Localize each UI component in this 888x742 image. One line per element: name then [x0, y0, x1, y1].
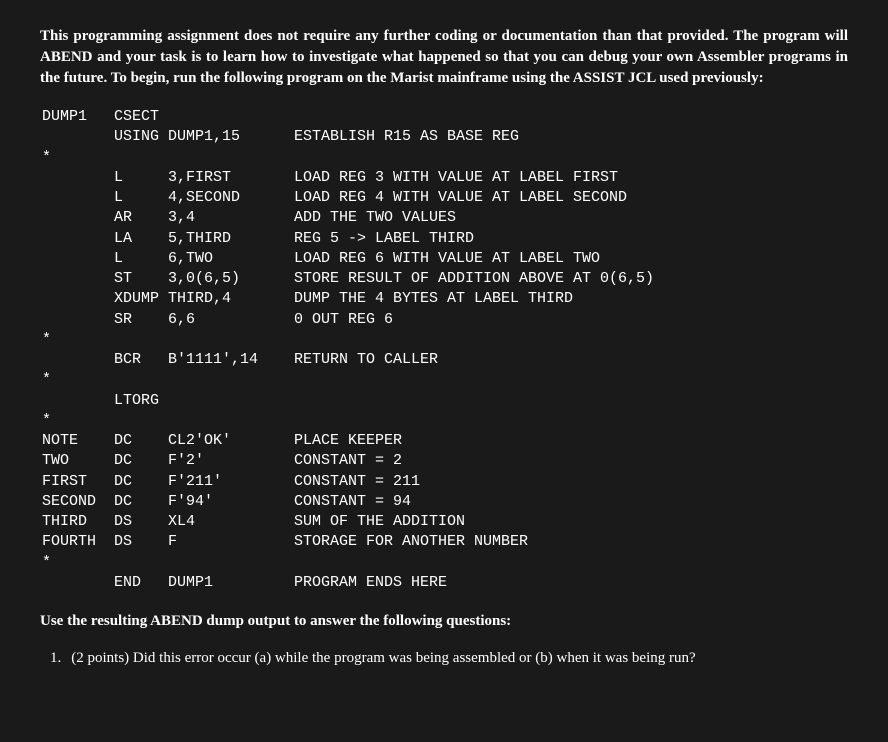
code-opcode: DC — [114, 451, 168, 471]
code-comment: 0 OUT REG 6 — [294, 310, 393, 330]
code-line: FIRSTDCF'211'CONSTANT = 211 — [42, 472, 848, 492]
code-operand: 3,FIRST — [168, 168, 294, 188]
code-label: * — [42, 411, 114, 431]
code-line: * — [42, 411, 848, 431]
code-label: * — [42, 553, 114, 573]
code-label: FIRST — [42, 472, 114, 492]
code-opcode: END — [114, 573, 168, 593]
code-operand: 5,THIRD — [168, 229, 294, 249]
code-opcode: AR — [114, 208, 168, 228]
question-text: (2 points) Did this error occur (a) whil… — [71, 650, 695, 666]
code-label: * — [42, 330, 114, 350]
intro-paragraph: This programming assignment does not req… — [40, 26, 848, 89]
code-line: DUMP1CSECT — [42, 107, 848, 127]
code-line: L4,SECONDLOAD REG 4 WITH VALUE AT LABEL … — [42, 188, 848, 208]
code-operand: 4,SECOND — [168, 188, 294, 208]
code-label: NOTE — [42, 431, 114, 451]
code-operand: DUMP1,15 — [168, 127, 294, 147]
code-label: * — [42, 148, 114, 168]
code-opcode: LA — [114, 229, 168, 249]
code-comment: REG 5 -> LABEL THIRD — [294, 229, 474, 249]
code-line: NOTEDCCL2'OK'PLACE KEEPER — [42, 431, 848, 451]
code-operand: THIRD,4 — [168, 289, 294, 309]
code-operand: 3,0(6,5) — [168, 269, 294, 289]
question-number: 1. — [50, 650, 71, 666]
code-line: XDUMPTHIRD,4DUMP THE 4 BYTES AT LABEL TH… — [42, 289, 848, 309]
code-line: * — [42, 148, 848, 168]
code-line: FOURTHDSFSTORAGE FOR ANOTHER NUMBER — [42, 532, 848, 552]
code-opcode: ST — [114, 269, 168, 289]
code-comment: STORE RESULT OF ADDITION ABOVE AT 0(6,5) — [294, 269, 654, 289]
assembler-code-block: DUMP1CSECTUSINGDUMP1,15ESTABLISH R15 AS … — [42, 107, 848, 593]
code-comment: CONSTANT = 2 — [294, 451, 402, 471]
code-operand: 3,4 — [168, 208, 294, 228]
code-line: AR3,4ADD THE TWO VALUES — [42, 208, 848, 228]
code-line: THIRDDSXL4SUM OF THE ADDITION — [42, 512, 848, 532]
code-opcode: CSECT — [114, 107, 168, 127]
code-operand: B'1111',14 — [168, 350, 294, 370]
code-line: USINGDUMP1,15ESTABLISH R15 AS BASE REG — [42, 127, 848, 147]
code-opcode: LTORG — [114, 391, 168, 411]
code-label: THIRD — [42, 512, 114, 532]
code-comment: PROGRAM ENDS HERE — [294, 573, 447, 593]
code-opcode: DC — [114, 431, 168, 451]
code-line: * — [42, 330, 848, 350]
code-operand: F'2' — [168, 451, 294, 471]
question-list: 1.(2 points) Did this error occur (a) wh… — [40, 648, 848, 669]
code-line: L3,FIRSTLOAD REG 3 WITH VALUE AT LABEL F… — [42, 168, 848, 188]
code-comment: CONSTANT = 211 — [294, 472, 420, 492]
code-comment: ESTABLISH R15 AS BASE REG — [294, 127, 519, 147]
code-opcode: L — [114, 188, 168, 208]
code-opcode: L — [114, 168, 168, 188]
code-opcode: USING — [114, 127, 168, 147]
code-operand: F'211' — [168, 472, 294, 492]
code-comment: CONSTANT = 94 — [294, 492, 411, 512]
code-line: ST3,0(6,5)STORE RESULT OF ADDITION ABOVE… — [42, 269, 848, 289]
code-line: BCRB'1111',14RETURN TO CALLER — [42, 350, 848, 370]
code-line: * — [42, 553, 848, 573]
code-line: L6,TWOLOAD REG 6 WITH VALUE AT LABEL TWO — [42, 249, 848, 269]
code-opcode: SR — [114, 310, 168, 330]
code-operand: 6,TWO — [168, 249, 294, 269]
code-comment: STORAGE FOR ANOTHER NUMBER — [294, 532, 528, 552]
code-label: * — [42, 370, 114, 390]
code-operand: CL2'OK' — [168, 431, 294, 451]
code-operand: XL4 — [168, 512, 294, 532]
outro-paragraph: Use the resulting ABEND dump output to a… — [40, 613, 848, 630]
code-operand: DUMP1 — [168, 573, 294, 593]
code-operand: F'94' — [168, 492, 294, 512]
code-comment: LOAD REG 4 WITH VALUE AT LABEL SECOND — [294, 188, 627, 208]
code-opcode: L — [114, 249, 168, 269]
code-opcode: BCR — [114, 350, 168, 370]
code-comment: LOAD REG 3 WITH VALUE AT LABEL FIRST — [294, 168, 618, 188]
code-comment: PLACE KEEPER — [294, 431, 402, 451]
code-line: LA5,THIRDREG 5 -> LABEL THIRD — [42, 229, 848, 249]
code-operand: F — [168, 532, 294, 552]
code-opcode: DC — [114, 472, 168, 492]
code-label: SECOND — [42, 492, 114, 512]
code-line: SECONDDCF'94'CONSTANT = 94 — [42, 492, 848, 512]
code-line: ENDDUMP1PROGRAM ENDS HERE — [42, 573, 848, 593]
code-line: TWODCF'2'CONSTANT = 2 — [42, 451, 848, 471]
code-opcode: DC — [114, 492, 168, 512]
code-opcode: XDUMP — [114, 289, 168, 309]
code-line: * — [42, 370, 848, 390]
code-comment: LOAD REG 6 WITH VALUE AT LABEL TWO — [294, 249, 600, 269]
code-opcode: DS — [114, 532, 168, 552]
code-label: TWO — [42, 451, 114, 471]
code-comment: SUM OF THE ADDITION — [294, 512, 465, 532]
code-comment: ADD THE TWO VALUES — [294, 208, 456, 228]
code-line: LTORG — [42, 391, 848, 411]
code-line: SR6,60 OUT REG 6 — [42, 310, 848, 330]
code-comment: RETURN TO CALLER — [294, 350, 438, 370]
code-opcode: DS — [114, 512, 168, 532]
code-operand: 6,6 — [168, 310, 294, 330]
code-comment: DUMP THE 4 BYTES AT LABEL THIRD — [294, 289, 573, 309]
question-item: 1.(2 points) Did this error occur (a) wh… — [40, 648, 848, 669]
code-label: FOURTH — [42, 532, 114, 552]
code-label: DUMP1 — [42, 107, 114, 127]
